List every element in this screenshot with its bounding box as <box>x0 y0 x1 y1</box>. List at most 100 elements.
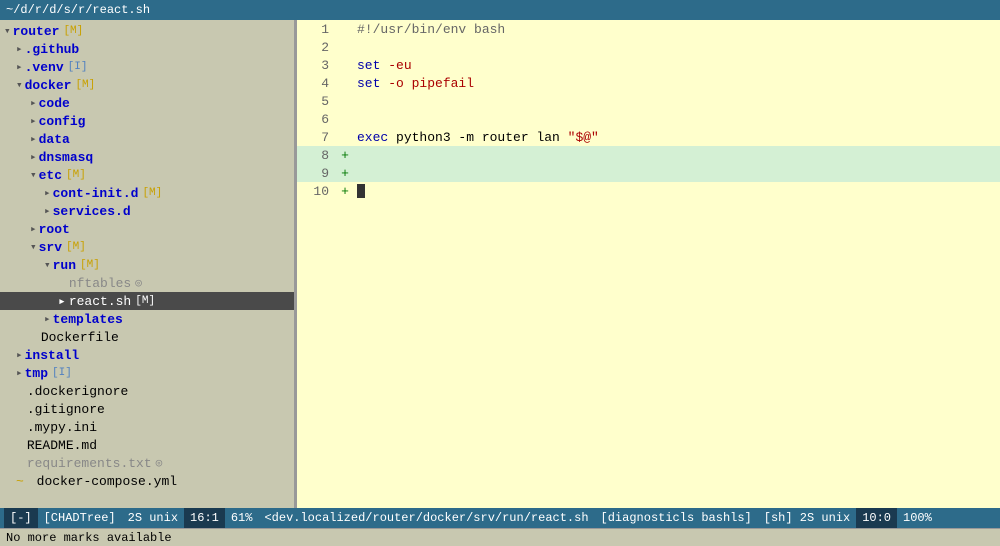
code-line-7: 7 exec python3 -m router lan "$@" <box>297 128 1000 146</box>
editor-area[interactable]: 1 #!/usr/bin/env bash 2 3 set -eu4set -o pip… <box>297 20 1000 508</box>
file-tree[interactable]: ▾ router[M]▸ .github▸ .venv[I]▾ docker[M… <box>0 20 295 508</box>
encoding-info: 2S unix <box>122 508 184 528</box>
tree-item-router[interactable]: ▾ router[M] <box>0 22 294 40</box>
line-content[interactable]: set -eu <box>353 58 1000 73</box>
tree-item-root[interactable]: ▸ root <box>0 220 294 238</box>
item-name: cont-init.d <box>53 186 139 201</box>
tree-item-gitignore[interactable]: ▸ .gitignore <box>0 400 294 418</box>
editor-content[interactable]: 1 #!/usr/bin/env bash 2 3 set -eu4set -o pip… <box>297 20 1000 508</box>
dir-arrow: ▸ <box>30 132 37 146</box>
item-name: react.sh <box>69 294 131 309</box>
item-name: dnsmasq <box>39 150 94 165</box>
tree-item-config[interactable]: ▸ config <box>0 112 294 130</box>
tree-item-Dockerfile[interactable]: ▸ Dockerfile <box>0 328 294 346</box>
tree-item-code[interactable]: ▸ code <box>0 94 294 112</box>
line-content[interactable]: exec python3 -m router lan "$@" <box>353 130 1000 145</box>
percent-text: 61% <box>231 511 253 525</box>
tree-item-dockerignore[interactable]: ▸ .dockerignore <box>0 382 294 400</box>
title-text: ~/d/r/d/s/r/react.sh <box>6 3 150 17</box>
item-name: requirements.txt <box>27 456 152 471</box>
code-line-6: 6 <box>297 110 1000 128</box>
dir-arrow: ▸ <box>16 60 23 74</box>
item-prefix: ~ <box>16 474 24 489</box>
dir-arrow: ▸ <box>16 42 23 56</box>
tree-item-install[interactable]: ▸ install <box>0 346 294 364</box>
line-number: 5 <box>297 94 337 109</box>
dir-arrow: ▾ <box>30 168 37 182</box>
item-name: .mypy.ini <box>27 420 97 435</box>
line-content[interactable]: #!/usr/bin/env bash <box>353 22 1000 37</box>
dir-arrow: ▸ <box>44 186 51 200</box>
tree-item-tmp[interactable]: ▸ tmp[I] <box>0 364 294 382</box>
item-name: tmp <box>25 366 48 381</box>
item-badge: ◎ <box>156 456 163 470</box>
dir-arrow: ▸ <box>30 114 37 128</box>
code-line-5: 5 <box>297 92 1000 110</box>
file-diagnostics: [diagnosticls bashls] <box>595 508 758 528</box>
dir-arrow: ▸ <box>16 366 23 380</box>
item-name: services.d <box>53 204 131 219</box>
line-number: 2 <box>297 40 337 55</box>
item-badge: [I] <box>68 61 88 73</box>
line-number: 3 <box>297 58 337 73</box>
dir-arrow: ▸ <box>30 222 37 236</box>
dir-arrow: ▸ <box>44 312 51 326</box>
code-line-1: 1 #!/usr/bin/env bash <box>297 20 1000 38</box>
tree-item-data[interactable]: ▸ data <box>0 130 294 148</box>
tree-item-requirements.txt[interactable]: ▸ requirements.txt◎ <box>0 454 294 472</box>
tree-item-nftables[interactable]: ▸ nftables◎ <box>0 274 294 292</box>
line-number: 8 <box>297 148 337 163</box>
shell-info: [sh] 2S unix <box>758 508 856 528</box>
tree-item-templates[interactable]: ▸ templates <box>0 310 294 328</box>
line-number: 6 <box>297 112 337 127</box>
item-name: root <box>39 222 70 237</box>
file-icon: ▸ <box>58 294 66 309</box>
main-area: ▾ router[M]▸ .github▸ .venv[I]▾ docker[M… <box>0 20 1000 508</box>
item-name: templates <box>53 312 123 327</box>
line-gutter: + <box>337 184 353 199</box>
item-name: nftables <box>69 276 131 291</box>
item-name: README.md <box>27 438 97 453</box>
code-line-4: 4set -o pipefail <box>297 74 1000 92</box>
line-number: 1 <box>297 22 337 37</box>
item-name: .dockerignore <box>27 384 128 399</box>
tree-item-etc[interactable]: ▾ etc [M] <box>0 166 294 184</box>
bottom-message: No more marks available <box>6 531 172 545</box>
position-text: 16:1 <box>190 511 219 525</box>
tree-item-run[interactable]: ▾ run[M] <box>0 256 294 274</box>
pct2-text: 100% <box>903 511 932 525</box>
scroll-percent: 61% <box>225 508 259 528</box>
code-line-3: 3 set -eu <box>297 56 1000 74</box>
item-badge: [M] <box>142 187 162 199</box>
line-gutter: + <box>337 148 353 163</box>
line-number: 7 <box>297 130 337 145</box>
tree-item-cont-init.d[interactable]: ▸ cont-init.d[M] <box>0 184 294 202</box>
tree-item-venv[interactable]: ▸ .venv[I] <box>0 58 294 76</box>
tree-item-README.md[interactable]: ▸ README.md <box>0 436 294 454</box>
code-line-9: 9+ <box>297 164 1000 182</box>
item-name: .github <box>25 42 80 57</box>
tree-item-srv[interactable]: ▾ srv[M] <box>0 238 294 256</box>
tree-item-react.sh[interactable]: ▸ react.sh [M] <box>0 292 294 310</box>
line-content[interactable] <box>353 184 1000 199</box>
item-name: docker <box>25 78 72 93</box>
tree-item-services.d[interactable]: ▸ services.d <box>0 202 294 220</box>
dir-arrow: ▾ <box>4 24 11 38</box>
item-badge: [M] <box>66 169 86 181</box>
line-number: 9 <box>297 166 337 181</box>
dir-arrow: ▸ <box>30 150 37 164</box>
tree-item-github[interactable]: ▸ .github <box>0 40 294 58</box>
code-line-2: 2 <box>297 38 1000 56</box>
cursor-position: 16:1 <box>184 508 225 528</box>
tree-item-docker-compose.yml[interactable]: ~▸ docker-compose.yml <box>0 472 294 490</box>
tree-item-mypy.ini[interactable]: ▸ .mypy.ini <box>0 418 294 436</box>
code-line-8: 8+ <box>297 146 1000 164</box>
tree-item-dnsmasq[interactable]: ▸ dnsmasq <box>0 148 294 166</box>
item-badge: [M] <box>135 295 155 307</box>
tree-item-docker[interactable]: ▾ docker[M] <box>0 76 294 94</box>
line-content[interactable]: set -o pipefail <box>353 76 1000 91</box>
dir-arrow: ▾ <box>16 78 23 92</box>
item-name: code <box>39 96 70 111</box>
plugin-name: [CHADTree] <box>38 508 122 528</box>
item-name: etc <box>39 168 62 183</box>
